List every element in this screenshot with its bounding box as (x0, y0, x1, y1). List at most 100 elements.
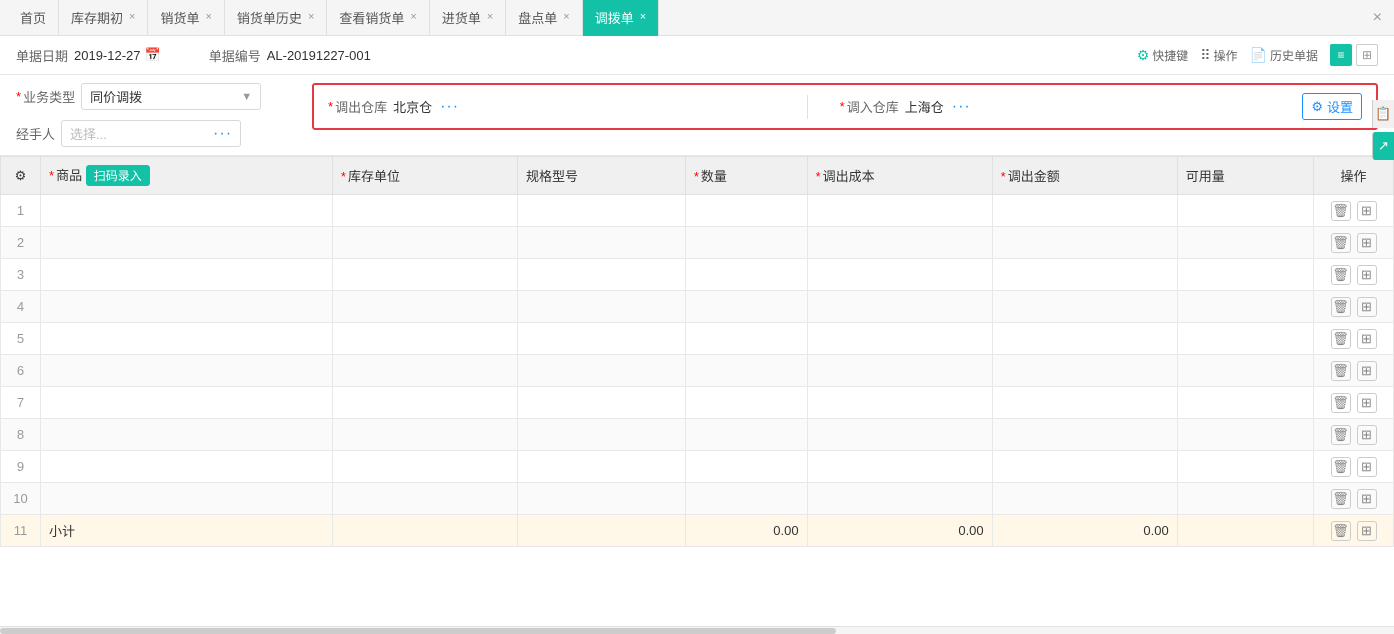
cell-unit[interactable] (332, 451, 517, 483)
cell-unit[interactable] (332, 195, 517, 227)
copy-row-icon[interactable]: ⊞ (1357, 201, 1377, 221)
cell-amount[interactable] (992, 483, 1177, 515)
cell-cost[interactable] (807, 195, 992, 227)
copy-row-icon[interactable]: ⊞ (1357, 329, 1377, 349)
layout-list-icon[interactable]: ≡ (1330, 44, 1352, 66)
operations-btn[interactable]: ⠿ 操作 (1200, 47, 1237, 64)
cell-amount[interactable] (992, 259, 1177, 291)
calendar-icon[interactable]: 📅 (145, 47, 161, 63)
layout-grid-icon[interactable]: ⊞ (1356, 44, 1378, 66)
copy-row-icon[interactable]: ⊞ (1357, 233, 1377, 253)
copy-icon[interactable]: ⊞ (1357, 521, 1377, 541)
cell-unit[interactable] (332, 483, 517, 515)
cell-cost[interactable] (807, 291, 992, 323)
copy-row-icon[interactable]: ⊞ (1357, 425, 1377, 445)
tab-view-sales[interactable]: 查看销货单 × (327, 0, 429, 36)
tab-home[interactable]: 首页 (8, 0, 59, 36)
tab-close-view-sales[interactable]: × (410, 12, 416, 23)
side-expand-icon[interactable]: ↗ (1372, 132, 1394, 160)
tab-inventory-init[interactable]: 库存期初 × (59, 0, 148, 36)
copy-row-icon[interactable]: ⊞ (1357, 265, 1377, 285)
cell-goods[interactable] (41, 483, 333, 515)
settings-button[interactable]: ⚙ 设置 (1302, 93, 1362, 120)
cell-goods[interactable] (41, 387, 333, 419)
col-gear[interactable]: ⚙ (1, 157, 41, 195)
cell-unit[interactable] (332, 419, 517, 451)
cell-qty[interactable] (685, 259, 807, 291)
cell-spec[interactable] (517, 227, 685, 259)
cell-goods[interactable] (41, 323, 333, 355)
tab-purchase[interactable]: 进货单 × (430, 0, 506, 36)
delete-row-icon[interactable]: 🗑 (1331, 265, 1351, 285)
cell-cost[interactable] (807, 451, 992, 483)
cell-spec[interactable] (517, 323, 685, 355)
tab-close-stocktake[interactable]: × (563, 12, 569, 23)
cell-unit[interactable] (332, 259, 517, 291)
cell-cost[interactable] (807, 323, 992, 355)
cell-qty[interactable] (685, 419, 807, 451)
copy-row-icon[interactable]: ⊞ (1357, 489, 1377, 509)
cell-unit[interactable] (332, 291, 517, 323)
cell-spec[interactable] (517, 451, 685, 483)
window-close-button[interactable]: × (1373, 9, 1382, 27)
scrollbar-thumb[interactable] (0, 628, 836, 634)
cell-goods[interactable] (41, 419, 333, 451)
tab-close-sales-history[interactable]: × (308, 12, 314, 23)
cell-cost[interactable] (807, 387, 992, 419)
cell-amount[interactable] (992, 323, 1177, 355)
copy-row-icon[interactable]: ⊞ (1357, 297, 1377, 317)
cell-unit[interactable] (332, 227, 517, 259)
copy-row-icon[interactable]: ⊞ (1357, 361, 1377, 381)
biz-type-select[interactable]: 同价调拨 ▼ (81, 83, 261, 110)
delete-row-icon[interactable]: 🗑 (1331, 489, 1351, 509)
delete-row-icon[interactable]: 🗑 (1331, 201, 1351, 221)
cell-unit[interactable] (332, 355, 517, 387)
cell-cost[interactable] (807, 259, 992, 291)
cell-amount[interactable] (992, 195, 1177, 227)
cell-spec[interactable] (517, 355, 685, 387)
transfer-out-dots-icon[interactable]: ··· (440, 98, 459, 116)
tab-close-transfer[interactable]: × (640, 12, 646, 23)
copy-row-icon[interactable]: ⊞ (1357, 457, 1377, 477)
cell-spec[interactable] (517, 483, 685, 515)
cell-qty[interactable] (685, 387, 807, 419)
cell-qty[interactable] (685, 227, 807, 259)
delete-icon[interactable]: 🗑 (1331, 521, 1351, 541)
cell-qty[interactable] (685, 355, 807, 387)
cell-qty[interactable] (685, 483, 807, 515)
cell-spec[interactable] (517, 259, 685, 291)
cell-amount[interactable] (992, 387, 1177, 419)
tab-sales-order[interactable]: 销货单 × (148, 0, 224, 36)
copy-row-icon[interactable]: ⊞ (1357, 393, 1377, 413)
cell-spec[interactable] (517, 387, 685, 419)
cell-amount[interactable] (992, 291, 1177, 323)
cell-cost[interactable] (807, 419, 992, 451)
delete-row-icon[interactable]: 🗑 (1331, 297, 1351, 317)
transfer-in-dots-icon[interactable]: ··· (952, 98, 971, 116)
tab-close-sales-order[interactable]: × (205, 12, 211, 23)
scan-button[interactable]: 扫码录入 (86, 165, 150, 186)
delete-row-icon[interactable]: 🗑 (1331, 425, 1351, 445)
delete-row-icon[interactable]: 🗑 (1331, 329, 1351, 349)
tab-transfer[interactable]: 调拨单 × (583, 0, 659, 36)
cell-spec[interactable] (517, 195, 685, 227)
tab-stocktake[interactable]: 盘点单 × (506, 0, 582, 36)
cell-goods[interactable] (41, 227, 333, 259)
cell-goods[interactable] (41, 451, 333, 483)
tab-close-inventory-init[interactable]: × (129, 12, 135, 23)
cell-spec[interactable] (517, 419, 685, 451)
cell-unit[interactable] (332, 323, 517, 355)
cell-unit[interactable] (332, 387, 517, 419)
side-doc-icon[interactable]: 📋 (1372, 100, 1394, 128)
tab-sales-history[interactable]: 销货单历史 × (225, 0, 327, 36)
cell-goods[interactable] (41, 195, 333, 227)
delete-row-icon[interactable]: 🗑 (1331, 457, 1351, 477)
cell-qty[interactable] (685, 323, 807, 355)
cell-spec[interactable] (517, 291, 685, 323)
tab-close-purchase[interactable]: × (487, 12, 493, 23)
cell-qty[interactable] (685, 195, 807, 227)
cell-goods[interactable] (41, 259, 333, 291)
cell-qty[interactable] (685, 451, 807, 483)
cell-amount[interactable] (992, 355, 1177, 387)
cell-goods[interactable] (41, 355, 333, 387)
